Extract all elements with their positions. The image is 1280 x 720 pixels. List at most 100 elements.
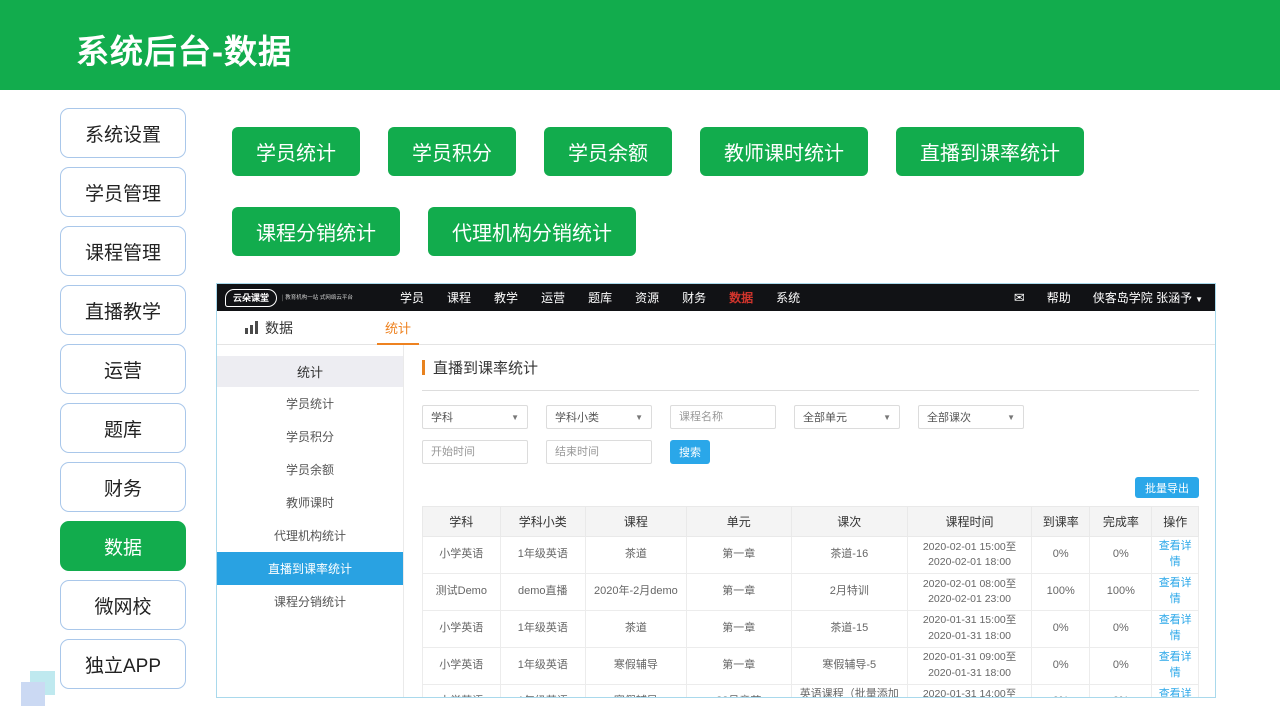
- topnav-item[interactable]: 资源: [635, 289, 659, 306]
- subcategory-select-value: 学科小类: [555, 409, 599, 425]
- cell-action: 查看详情: [1152, 537, 1199, 574]
- cell-subject: 测试Demo: [423, 573, 501, 610]
- table-row: 小学英语 1年级英语 寒假辅导 第一章 寒假辅导-5 2020-01-31 09…: [423, 647, 1199, 684]
- submenu-item[interactable]: 学员积分: [217, 420, 403, 453]
- cell-subcategory: 1年级英语: [500, 610, 585, 647]
- topnav-item[interactable]: 题库: [588, 289, 612, 306]
- quick-button[interactable]: 课程分销统计: [232, 207, 400, 256]
- cell-attendance: 0%: [1032, 647, 1090, 684]
- end-time-input[interactable]: [546, 440, 652, 464]
- admin-screenshot-panel: 云朵课堂 教育机构一站 式网络云平台 学员课程教学运营题库资源财务数据系统 ✉ …: [216, 283, 1216, 698]
- search-button[interactable]: 搜索: [670, 440, 710, 464]
- cell-lesson: 寒假辅导-5: [791, 647, 907, 684]
- submenu-item[interactable]: 教师课时: [217, 486, 403, 519]
- subcategory-select[interactable]: 学科小类 ▼: [546, 405, 652, 429]
- submenu-item[interactable]: 学员余额: [217, 453, 403, 486]
- cell-time: 2020-02-01 15:00至2020-02-01 18:00: [907, 537, 1031, 574]
- lesson-select[interactable]: 全部课次 ▼: [918, 405, 1024, 429]
- quick-button[interactable]: 教师课时统计: [700, 127, 868, 176]
- mail-icon[interactable]: ✉: [1014, 290, 1025, 306]
- quick-button[interactable]: 代理机构分销统计: [428, 207, 636, 256]
- sidebar-button[interactable]: 课程管理: [60, 226, 186, 276]
- course-name-input[interactable]: [670, 405, 776, 429]
- sidebar-button[interactable]: 运营: [60, 344, 186, 394]
- cell-completion: 0%: [1090, 684, 1152, 698]
- view-detail-link[interactable]: 查看详情: [1159, 540, 1192, 568]
- cell-subject: 小学英语: [423, 647, 501, 684]
- topnav-item[interactable]: 课程: [447, 289, 471, 306]
- table-row: 测试Demo demo直播 2020年-2月demo 第一章 2月特训 2020…: [423, 573, 1199, 610]
- tab-statistics[interactable]: 统计: [385, 311, 411, 345]
- sidebar-button[interactable]: 财务: [60, 462, 186, 512]
- quick-button[interactable]: 学员积分: [388, 127, 516, 176]
- view-detail-link[interactable]: 查看详情: [1159, 688, 1192, 699]
- topnav-item[interactable]: 教学: [494, 289, 518, 306]
- submenu-item[interactable]: 直播到课率统计: [217, 552, 403, 585]
- bar-chart-icon: [245, 321, 258, 334]
- admin-body: 统计 学员统计学员积分学员余额教师课时代理机构统计直播到课率统计课程分销统计 直…: [217, 345, 1215, 697]
- table-header-row: 学科学科小类课程单元课次课程时间到课率完成率操作: [423, 507, 1199, 537]
- submenu-item[interactable]: 课程分销统计: [217, 585, 403, 618]
- cell-course: 茶道: [585, 537, 686, 574]
- admin-subbar: 数据 统计: [217, 311, 1215, 345]
- account-menu[interactable]: 侠客岛学院 张涵予▼: [1093, 289, 1203, 306]
- sidebar-button[interactable]: 学员管理: [60, 167, 186, 217]
- cell-lesson: 2月特训: [791, 573, 907, 610]
- sidebar-button[interactable]: 题库: [60, 403, 186, 453]
- start-time-input[interactable]: [422, 440, 528, 464]
- cell-time: 2020-02-01 08:00至2020-02-01 23:00: [907, 573, 1031, 610]
- view-detail-link[interactable]: 查看详情: [1159, 577, 1192, 605]
- cell-subject: 小学英语: [423, 610, 501, 647]
- cell-subcategory: 1年级英语: [500, 647, 585, 684]
- sidebar-button[interactable]: 系统设置: [60, 108, 186, 158]
- table-header-cell: 课程时间: [907, 507, 1031, 537]
- cell-lesson: 英语课程（批量添加课次）-3: [791, 684, 907, 698]
- table-row: 小学英语 1年级英语 茶道 第一章 茶道-15 2020-01-31 15:00…: [423, 610, 1199, 647]
- view-detail-link[interactable]: 查看详情: [1159, 651, 1192, 679]
- table-header-cell: 操作: [1152, 507, 1199, 537]
- quick-button[interactable]: 学员余额: [544, 127, 672, 176]
- quick-button[interactable]: 学员统计: [232, 127, 360, 176]
- sidebar-button[interactable]: 数据: [60, 521, 186, 571]
- cell-completion: 0%: [1090, 537, 1152, 574]
- table-header-cell: 课程: [585, 507, 686, 537]
- table-row: 小学英语 1年级英语 茶道 第一章 茶道-16 2020-02-01 15:00…: [423, 537, 1199, 574]
- cell-attendance: 100%: [1032, 573, 1090, 610]
- title-accent-bar: [422, 360, 425, 375]
- cell-unit: 第一章: [686, 573, 791, 610]
- cell-action: 查看详情: [1152, 573, 1199, 610]
- help-link[interactable]: 帮助: [1047, 289, 1071, 306]
- quick-button[interactable]: 直播到课率统计: [896, 127, 1084, 176]
- cell-course: 寒假辅导: [585, 647, 686, 684]
- unit-select[interactable]: 全部单元 ▼: [794, 405, 900, 429]
- subject-select[interactable]: 学科 ▼: [422, 405, 528, 429]
- cell-attendance: 0%: [1032, 537, 1090, 574]
- content-title-text: 直播到课率统计: [433, 357, 538, 378]
- topnav-item[interactable]: 财务: [682, 289, 706, 306]
- table-header-cell: 到课率: [1032, 507, 1090, 537]
- chevron-down-icon: ▼: [883, 413, 891, 422]
- lesson-select-value: 全部课次: [927, 409, 971, 425]
- logo-tagline: 教育机构一站 式网络云平台: [282, 294, 285, 300]
- topnav-item[interactable]: 运营: [541, 289, 565, 306]
- cell-lesson: 茶道-16: [791, 537, 907, 574]
- topnav-item[interactable]: 学员: [400, 289, 424, 306]
- view-detail-link[interactable]: 查看详情: [1159, 614, 1192, 642]
- sidebar-button[interactable]: 微网校: [60, 580, 186, 630]
- content-title: 直播到课率统计: [422, 357, 1199, 391]
- topnav-item[interactable]: 数据: [729, 289, 753, 306]
- sidebar-button[interactable]: 直播教学: [60, 285, 186, 335]
- cell-course: 茶道: [585, 610, 686, 647]
- topnav-item[interactable]: 系统: [776, 289, 800, 306]
- sidebar-button[interactable]: 独立APP: [60, 639, 186, 689]
- table-body: 小学英语 1年级英语 茶道 第一章 茶道-16 2020-02-01 15:00…: [423, 537, 1199, 699]
- cell-unit: 第一章: [686, 537, 791, 574]
- table-row: 小学英语 1年级英语 寒假辅导 28号章节 英语课程（批量添加课次）-3 202…: [423, 684, 1199, 698]
- table-header-cell: 学科: [423, 507, 501, 537]
- submenu-item[interactable]: 代理机构统计: [217, 519, 403, 552]
- submenu-item[interactable]: 学员统计: [217, 387, 403, 420]
- cell-unit: 第一章: [686, 647, 791, 684]
- batch-export-button[interactable]: 批量导出: [1135, 477, 1199, 498]
- table-header-cell: 课次: [791, 507, 907, 537]
- cell-attendance: 0%: [1032, 610, 1090, 647]
